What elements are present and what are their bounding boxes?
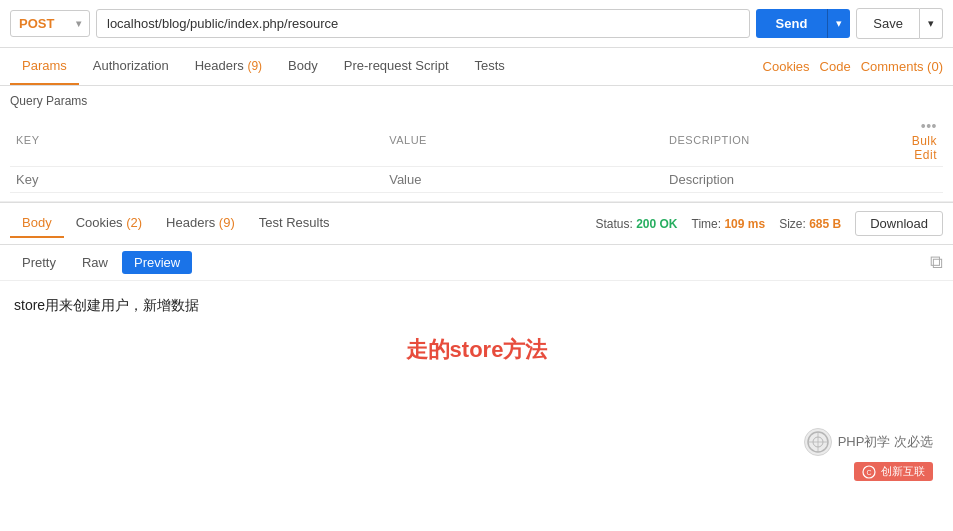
response-main-text: store用来创建用户，新增数据 [14,297,939,315]
chuangxin-icon: C [862,465,876,479]
request-tabs: Params Authorization Headers (9) Body Pr… [0,48,953,86]
watermark-php: PHP初学 次必选 [804,428,933,456]
response-status-info: Status: 200 OK Time: 109 ms Size: 685 B … [595,211,943,236]
tab-body[interactable]: Body [276,48,330,85]
tab-pre-request-script[interactable]: Pre-request Script [332,48,461,85]
response-red-text: 走的store方法 [14,335,939,365]
response-body: store用来创建用户，新增数据 走的store方法 PHP初学 次必选 [0,281,953,501]
cookies-link[interactable]: Cookies [763,59,810,74]
col-key-header: KEY [10,114,383,167]
resp-tab-headers[interactable]: Headers (9) [154,209,247,238]
top-bar: POST ▾ Send ▾ Save ▾ [0,0,953,48]
status-value: 200 OK [636,217,677,231]
watermark-svg-icon [807,431,829,453]
send-btn-group: Send ▾ [756,9,851,38]
status-label: Status: 200 OK [595,217,677,231]
query-params-section: Query Params KEY VALUE DESCRIPTION ••• B… [0,86,953,202]
watermark-chuangxin: C 创新互联 [854,462,933,481]
code-link[interactable]: Code [820,59,851,74]
comments-link[interactable]: Comments (0) [861,59,943,74]
value-cell[interactable] [383,167,663,193]
copy-icon[interactable]: ⧉ [930,252,943,273]
resp-tab-cookies[interactable]: Cookies (2) [64,209,154,238]
response-area: Body Cookies (2) Headers (9) Test Result… [0,202,953,501]
tab-tests[interactable]: Tests [463,48,517,85]
resp-headers-badge: (9) [219,215,235,230]
resp-tab-body[interactable]: Body [10,209,64,238]
more-icon[interactable]: ••• [921,118,937,134]
watermark-area: PHP初学 次必选 C 创新互联 [804,428,933,481]
tab-headers[interactable]: Headers (9) [183,48,274,85]
headers-badge: (9) [247,59,262,73]
time-label: Time: 109 ms [692,217,766,231]
format-tabs: Pretty Raw Preview ⧉ [0,245,953,281]
watermark-logo-icon [804,428,832,456]
method-select[interactable]: POST ▾ [10,10,90,37]
response-tabs: Body Cookies (2) Headers (9) Test Result… [10,209,342,238]
value-input[interactable] [389,172,657,187]
save-button[interactable]: Save [856,8,920,39]
query-params-title: Query Params [10,94,943,108]
col-value-header: VALUE [383,114,663,167]
key-cell[interactable] [10,167,383,193]
table-row [10,167,943,193]
url-input[interactable] [96,9,750,38]
method-chevron-icon: ▾ [76,18,81,29]
description-input[interactable] [669,172,890,187]
size-value: 685 B [809,217,841,231]
save-btn-group: Save ▾ [856,8,943,39]
watermark-php-text: PHP初学 次必选 [838,433,933,451]
send-button[interactable]: Send [756,9,828,38]
save-dropdown-button[interactable]: ▾ [920,8,943,39]
resp-tab-test-results[interactable]: Test Results [247,209,342,238]
tab-params[interactable]: Params [10,48,79,85]
tab-authorization[interactable]: Authorization [81,48,181,85]
time-value: 109 ms [724,217,765,231]
download-button[interactable]: Download [855,211,943,236]
desc-cell[interactable] [663,167,896,193]
tab-right-links: Cookies Code Comments (0) [763,59,943,74]
bulk-edit-button[interactable]: Bulk Edit [912,134,937,162]
cookies-badge: (2) [126,215,142,230]
send-dropdown-button[interactable]: ▾ [827,9,850,38]
params-table: KEY VALUE DESCRIPTION ••• Bulk Edit [10,114,943,193]
svg-text:C: C [866,469,871,476]
response-top-bar: Body Cookies (2) Headers (9) Test Result… [0,203,953,245]
format-tab-raw[interactable]: Raw [70,251,120,274]
format-tab-preview[interactable]: Preview [122,251,192,274]
format-tab-pretty[interactable]: Pretty [10,251,68,274]
row-actions [896,167,943,193]
watermark-chuangxin-text: 创新互联 [881,464,925,479]
col-desc-header: DESCRIPTION [663,114,896,167]
key-input[interactable] [16,172,377,187]
method-label: POST [19,16,54,31]
col-actions-header: ••• Bulk Edit [896,114,943,167]
size-label: Size: 685 B [779,217,841,231]
